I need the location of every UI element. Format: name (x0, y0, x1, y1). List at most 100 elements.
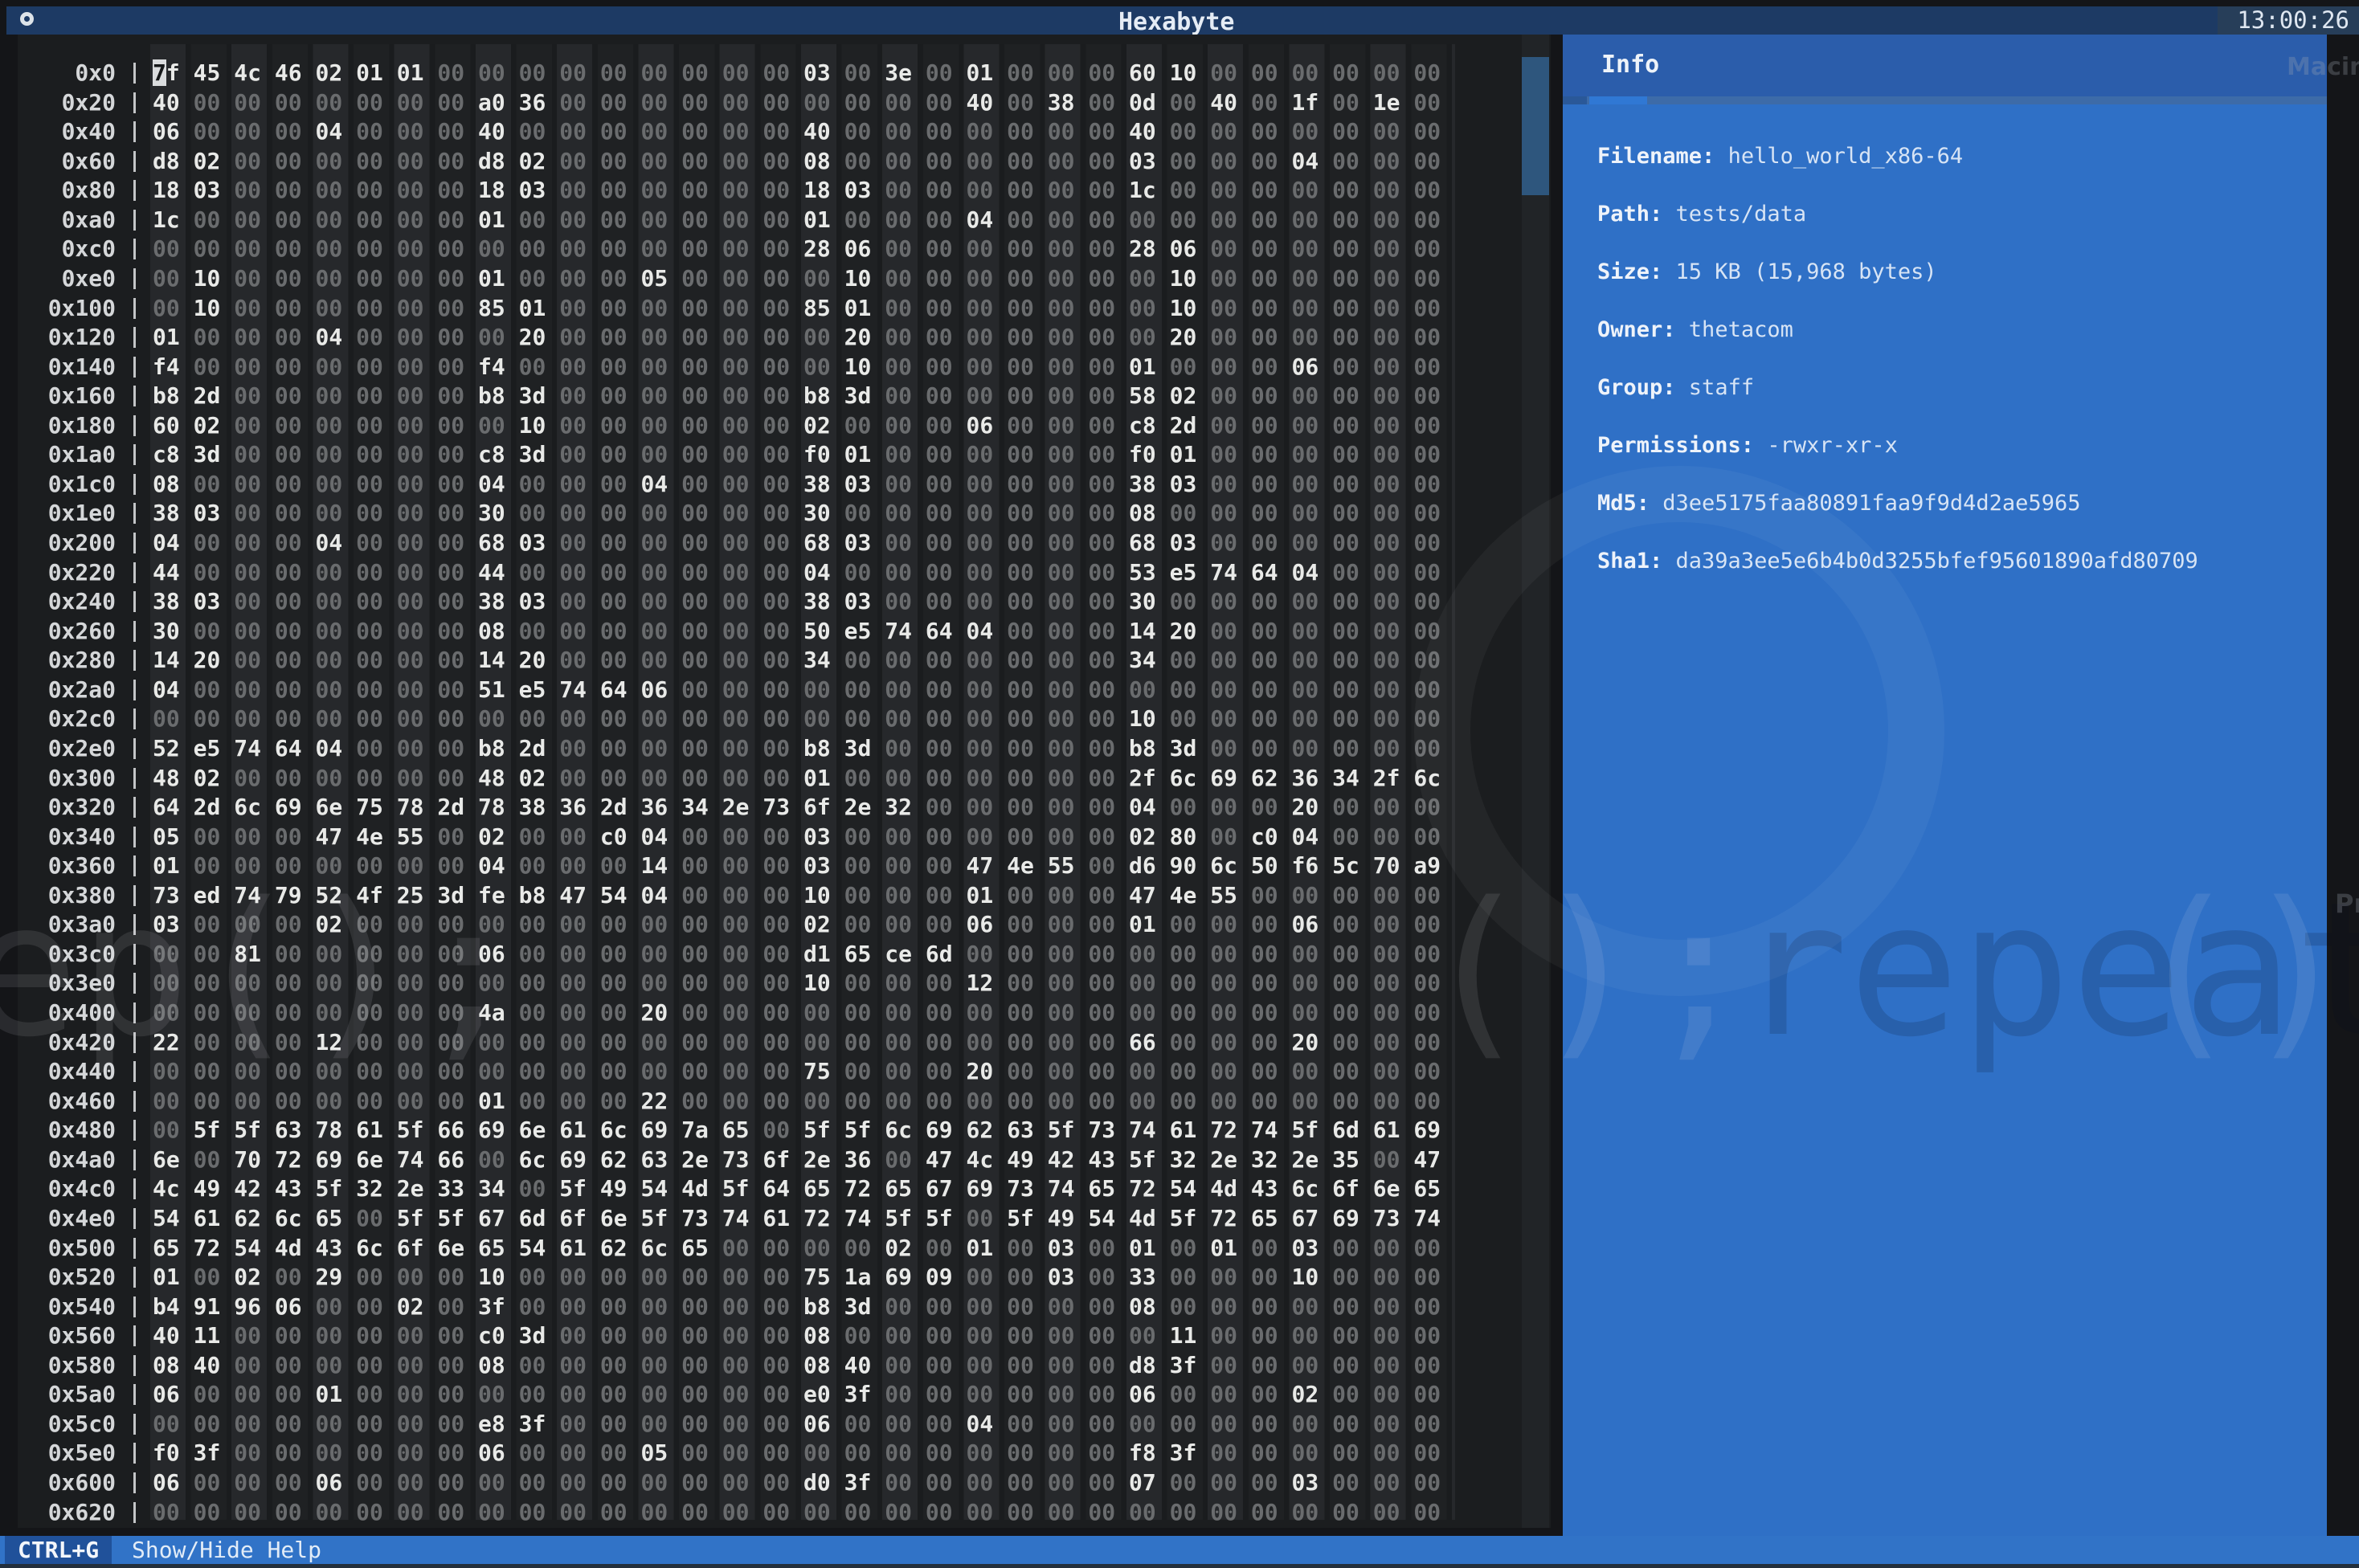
hex-byte[interactable]: 00 (762, 823, 803, 852)
hex-byte[interactable]: 04 (316, 529, 357, 558)
hex-byte[interactable]: 00 (275, 851, 316, 881)
hex-byte[interactable]: 00 (762, 59, 803, 88)
hex-byte[interactable]: 00 (1373, 646, 1414, 676)
hex-byte[interactable]: 63 (275, 1116, 316, 1145)
hex-byte[interactable]: 00 (885, 1145, 926, 1175)
hex-byte[interactable]: 6f (762, 1145, 803, 1175)
hex-byte[interactable]: 74 (722, 1204, 763, 1234)
hex-byte[interactable]: 00 (926, 764, 967, 794)
hex-byte[interactable]: 00 (1332, 1263, 1373, 1292)
hex-byte[interactable]: 00 (967, 704, 1008, 734)
hex-byte[interactable]: 00 (1373, 793, 1414, 823)
hex-byte[interactable]: 00 (356, 910, 397, 940)
hex-byte[interactable]: 00 (681, 1057, 722, 1087)
hex-byte[interactable]: 5f (194, 1116, 235, 1145)
hex-byte[interactable]: 85 (803, 294, 844, 324)
hex-byte[interactable]: 00 (1373, 704, 1414, 734)
hex-byte[interactable]: 00 (519, 1439, 560, 1468)
hex-byte[interactable]: 00 (1048, 264, 1089, 294)
hex-byte[interactable]: 00 (1007, 998, 1048, 1028)
hex-byte[interactable]: 00 (356, 206, 397, 235)
hex-byte[interactable]: 6c (1413, 764, 1454, 794)
hex-byte[interactable]: 00 (1088, 998, 1129, 1028)
hex-byte[interactable]: 00 (1088, 1057, 1129, 1087)
hex-byte[interactable]: 00 (275, 1410, 316, 1439)
hex-byte[interactable]: 00 (1332, 88, 1373, 118)
hex-byte[interactable]: 64 (926, 617, 967, 647)
hex-byte[interactable]: 02 (1129, 823, 1170, 852)
hex-byte[interactable]: 02 (194, 764, 235, 794)
hex-byte[interactable]: 14 (641, 851, 682, 881)
hex-byte[interactable]: 00 (559, 851, 600, 881)
hex-byte[interactable]: 00 (234, 764, 275, 794)
hex-byte[interactable]: 00 (356, 1204, 397, 1234)
hex-byte[interactable]: 5f (641, 1204, 682, 1234)
hex-byte[interactable]: 00 (437, 1380, 478, 1410)
hex-byte[interactable]: 00 (967, 1028, 1008, 1058)
hex-byte[interactable]: 00 (885, 1498, 926, 1528)
hex-byte[interactable]: 00 (397, 411, 438, 441)
hex-byte[interactable]: f4 (153, 353, 194, 382)
hex-byte[interactable]: 43 (1251, 1174, 1292, 1204)
hex-byte[interactable]: 3d (844, 382, 885, 411)
hex-byte[interactable]: 00 (681, 998, 722, 1028)
hex-byte[interactable]: 69 (1210, 764, 1251, 794)
hex-byte[interactable]: 32 (1251, 1145, 1292, 1175)
hex-byte[interactable]: 00 (844, 998, 885, 1028)
hex-byte[interactable]: 00 (926, 323, 967, 353)
hex-byte[interactable]: 4d (1129, 1204, 1170, 1234)
hex-byte[interactable]: 6e (153, 1145, 194, 1175)
hex-byte[interactable]: 00 (967, 176, 1008, 206)
hex-byte[interactable]: 00 (1332, 1380, 1373, 1410)
hex-byte[interactable]: 00 (1210, 117, 1251, 147)
hex-byte[interactable]: 00 (316, 382, 357, 411)
hex-byte[interactable]: 20 (844, 323, 885, 353)
hex-byte[interactable]: 69 (641, 1116, 682, 1145)
hex-byte[interactable]: 38 (1129, 470, 1170, 500)
hex-byte[interactable]: 00 (1210, 499, 1251, 529)
hex-byte[interactable]: 00 (1251, 59, 1292, 88)
hex-byte[interactable]: 00 (437, 851, 478, 881)
hex-byte[interactable]: 00 (1170, 88, 1211, 118)
hex-byte[interactable]: 00 (1129, 294, 1170, 324)
hex-byte[interactable]: 00 (762, 1410, 803, 1439)
hex-byte[interactable]: 00 (641, 147, 682, 177)
hex-byte[interactable]: 00 (559, 617, 600, 647)
hex-byte[interactable]: 00 (885, 1321, 926, 1351)
hex-byte[interactable]: 03 (1048, 1263, 1089, 1292)
hex-byte[interactable]: 00 (885, 676, 926, 705)
hex-byte[interactable]: 00 (762, 1439, 803, 1468)
hex-byte[interactable]: c8 (478, 440, 519, 470)
hex-byte[interactable]: 00 (844, 1439, 885, 1468)
hex-byte[interactable]: 00 (1088, 147, 1129, 177)
hex-byte[interactable]: 5f (844, 1116, 885, 1145)
hex-byte[interactable]: 02 (885, 1234, 926, 1264)
hex-byte[interactable]: 00 (1210, 323, 1251, 353)
hex-byte[interactable]: 00 (1413, 1380, 1454, 1410)
hex-byte[interactable]: 00 (885, 294, 926, 324)
hex-byte[interactable]: 00 (1048, 1410, 1089, 1439)
hex-byte[interactable]: 03 (194, 499, 235, 529)
hex-byte[interactable]: 00 (1292, 704, 1333, 734)
hex-byte[interactable]: 00 (722, 764, 763, 794)
hex-byte[interactable]: 2e (722, 793, 763, 823)
hex-byte[interactable]: 00 (762, 1028, 803, 1058)
hex-byte[interactable]: 00 (234, 294, 275, 324)
hex-byte[interactable]: 47 (926, 1145, 967, 1175)
hex-byte[interactable]: 00 (681, 59, 722, 88)
hex-byte[interactable]: 00 (234, 910, 275, 940)
hex-byte[interactable]: 06 (967, 411, 1008, 441)
hex-byte[interactable]: 03 (153, 910, 194, 940)
hex-byte[interactable]: 00 (885, 117, 926, 147)
hex-byte[interactable]: 00 (316, 617, 357, 647)
hex-byte[interactable]: b4 (153, 1292, 194, 1322)
hex-byte[interactable]: 00 (1129, 323, 1170, 353)
hex-byte[interactable]: 00 (519, 704, 560, 734)
hex-byte[interactable]: 00 (234, 1351, 275, 1381)
hex-byte[interactable]: 00 (1373, 587, 1414, 617)
hex-byte[interactable]: 64 (275, 734, 316, 764)
hex-byte[interactable]: 4e (1007, 851, 1048, 881)
hex-byte[interactable]: 00 (1251, 910, 1292, 940)
hex-byte[interactable]: 00 (1048, 558, 1089, 588)
hex-byte[interactable]: 00 (641, 1321, 682, 1351)
